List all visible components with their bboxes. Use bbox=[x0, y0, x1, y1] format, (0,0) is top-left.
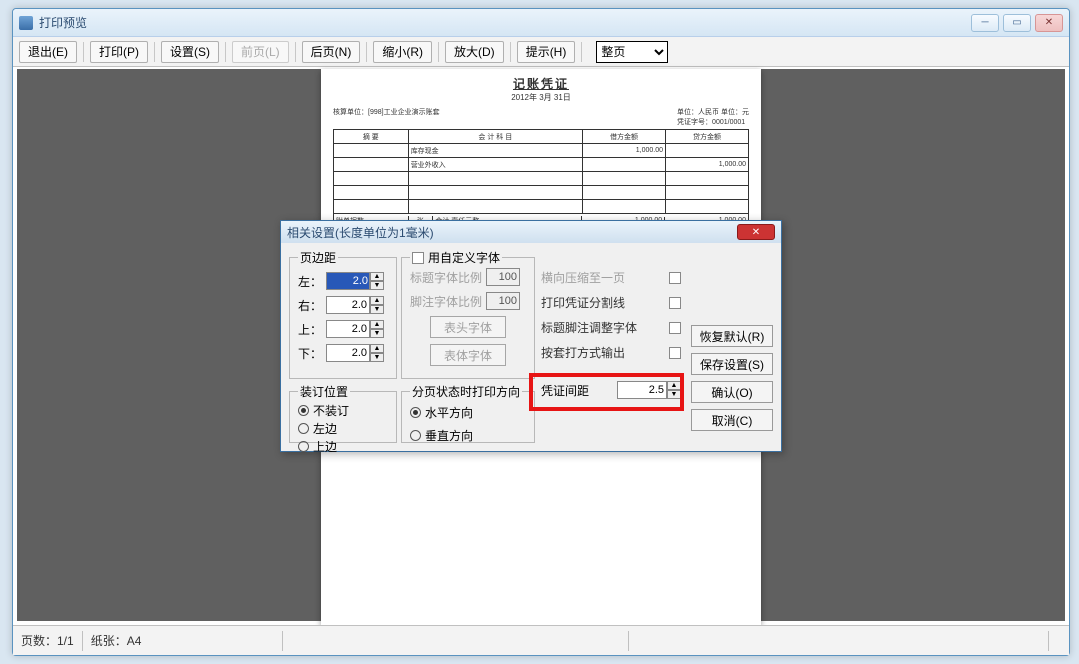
vert-radio[interactable] bbox=[410, 430, 421, 441]
dialog-title: 相关设置(长度单位为1毫米) bbox=[287, 224, 737, 241]
doc-currency: 单位：人民币 单位：元 bbox=[677, 109, 749, 116]
toolbar: 退出(E) 打印(P) 设置(S) 前页(L) 后页(N) 缩小(R) 放大(D… bbox=[13, 37, 1069, 67]
setup-button[interactable]: 设置(S) bbox=[161, 41, 219, 63]
voucher-document: 记账凭证 2012年 3月 31日 核算单位：[998]工业企业演示账套 单位：… bbox=[333, 75, 749, 228]
page-direction-group: 分页状态时打印方向 水平方向 垂直方向 bbox=[401, 383, 535, 443]
bind-left-radio[interactable] bbox=[298, 423, 309, 434]
ok-button[interactable]: 确认(O) bbox=[691, 381, 773, 403]
status-bar: 页数：1/1 纸张：A4 bbox=[13, 625, 1069, 655]
margin-bottom-input[interactable] bbox=[326, 344, 370, 362]
footer-font-ratio-input[interactable] bbox=[486, 292, 520, 310]
spin-down[interactable]: ▼ bbox=[370, 305, 384, 314]
maximize-button[interactable]: ▭ bbox=[1003, 14, 1031, 32]
pack-output-checkbox[interactable] bbox=[669, 347, 681, 359]
next-page-button[interactable]: 后页(N) bbox=[302, 41, 361, 63]
status-pages: 页数：1/1 bbox=[13, 631, 83, 651]
cancel-button[interactable]: 取消(C) bbox=[691, 409, 773, 431]
print-button[interactable]: 打印(P) bbox=[90, 41, 148, 63]
exit-button[interactable]: 退出(E) bbox=[19, 41, 77, 63]
table-row bbox=[334, 200, 749, 214]
zoom-select[interactable]: 整页 bbox=[596, 41, 668, 63]
table-row: 营业外收入1,000.00 bbox=[334, 158, 749, 172]
auto-font-checkbox[interactable] bbox=[669, 322, 681, 334]
font-group: 用自定义字体 标题字体比例 脚注字体比例 表头字体 表体字体 bbox=[401, 249, 535, 379]
bind-top-radio[interactable] bbox=[298, 441, 309, 452]
th-credit: 贷方金额 bbox=[665, 130, 748, 144]
margin-right-input[interactable] bbox=[326, 296, 370, 314]
dialog-side-buttons: 恢复默认(R) 保存设置(S) 确认(O) 取消(C) bbox=[691, 325, 773, 437]
spin-up[interactable]: ▲ bbox=[370, 296, 384, 305]
margins-group: 页边距 左： ▲▼ 右： ▲▼ 上： ▲▼ 下： ▲▼ bbox=[289, 249, 397, 379]
zoom-out-button[interactable]: 缩小(R) bbox=[373, 41, 432, 63]
bind-none-radio[interactable] bbox=[298, 405, 309, 416]
th-debit: 借方金额 bbox=[582, 130, 665, 144]
spin-down[interactable]: ▼ bbox=[667, 390, 681, 399]
margin-top-input[interactable] bbox=[326, 320, 370, 338]
body-font-button[interactable]: 表体字体 bbox=[430, 344, 506, 366]
minimize-button[interactable]: ─ bbox=[971, 14, 999, 32]
bind-position-group: 装订位置 不装订 左边 上边 bbox=[289, 383, 397, 443]
dialog-close-button[interactable]: ✕ bbox=[737, 224, 775, 240]
spin-up[interactable]: ▲ bbox=[667, 381, 681, 390]
voucher-table: 摘 要 会 计 科 目 借方金额 贷方金额 库存现金1,000.00 营业外收入… bbox=[333, 129, 749, 214]
spin-up[interactable]: ▲ bbox=[370, 344, 384, 353]
spin-down[interactable]: ▼ bbox=[370, 281, 384, 290]
save-settings-button[interactable]: 保存设置(S) bbox=[691, 353, 773, 375]
table-row bbox=[334, 172, 749, 186]
spin-up[interactable]: ▲ bbox=[370, 320, 384, 329]
status-paper: 纸张：A4 bbox=[83, 631, 283, 651]
settings-dialog: 相关设置(长度单位为1毫米) ✕ 页边距 左： ▲▼ 右： ▲▼ 上： ▲▼ 下… bbox=[280, 220, 782, 452]
spin-down[interactable]: ▼ bbox=[370, 353, 384, 362]
voucher-spacing-row: 凭证间距 ▲▼ bbox=[541, 381, 681, 405]
voucher-spacing-label: 凭证间距 bbox=[541, 382, 589, 399]
th-summary: 摘 要 bbox=[334, 130, 409, 144]
tips-button[interactable]: 提示(H) bbox=[517, 41, 576, 63]
th-subject: 会 计 科 目 bbox=[408, 130, 582, 144]
horiz-radio[interactable] bbox=[410, 407, 421, 418]
window-title: 打印预览 bbox=[39, 14, 971, 31]
spin-down[interactable]: ▼ bbox=[370, 329, 384, 338]
doc-company: 核算单位：[998]工业企业演示账套 bbox=[333, 107, 440, 127]
options-column: 横向压缩至一页 打印凭证分割线 标题脚注调整字体 按套打方式输出 bbox=[541, 269, 681, 369]
doc-number: 凭证字号：0001/0001 bbox=[677, 119, 745, 126]
table-row bbox=[334, 186, 749, 200]
dialog-titlebar: 相关设置(长度单位为1毫米) ✕ bbox=[281, 221, 781, 243]
spin-up[interactable]: ▲ bbox=[370, 272, 384, 281]
titlebar: 打印预览 ─ ▭ ✕ bbox=[13, 9, 1069, 37]
voucher-spacing-input[interactable] bbox=[617, 381, 667, 399]
table-row: 库存现金1,000.00 bbox=[334, 144, 749, 158]
header-font-button[interactable]: 表头字体 bbox=[430, 316, 506, 338]
doc-date: 2012年 3月 31日 bbox=[333, 92, 749, 103]
compress-checkbox[interactable] bbox=[669, 272, 681, 284]
app-icon bbox=[19, 16, 33, 30]
zoom-in-button[interactable]: 放大(D) bbox=[445, 41, 504, 63]
margin-left-input[interactable] bbox=[326, 272, 370, 290]
prev-page-button[interactable]: 前页(L) bbox=[232, 41, 289, 63]
close-button[interactable]: ✕ bbox=[1035, 14, 1063, 32]
title-font-ratio-input[interactable] bbox=[486, 268, 520, 286]
doc-title: 记账凭证 bbox=[333, 75, 749, 92]
use-custom-font-checkbox[interactable] bbox=[412, 252, 424, 264]
split-line-checkbox[interactable] bbox=[669, 297, 681, 309]
restore-default-button[interactable]: 恢复默认(R) bbox=[691, 325, 773, 347]
